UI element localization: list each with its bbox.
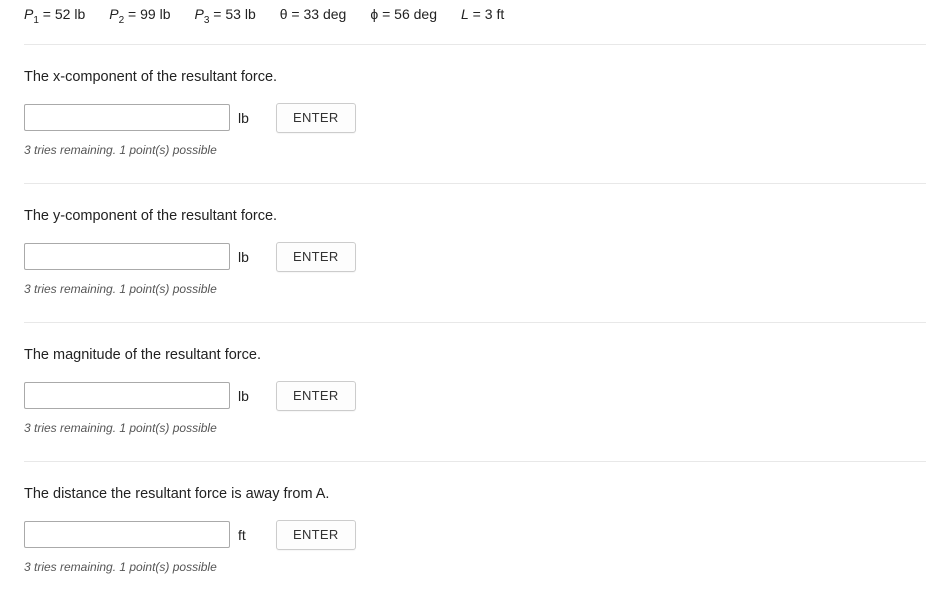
answer-unit: lb: [238, 249, 256, 265]
enter-button[interactable]: ENTER: [276, 520, 356, 550]
tries-remaining: 3 tries remaining. 1 point(s) possible: [24, 560, 926, 574]
tries-remaining: 3 tries remaining. 1 point(s) possible: [24, 421, 926, 435]
answer-unit: lb: [238, 110, 256, 126]
question-distance: The distance the resultant force is away…: [0, 462, 950, 600]
param-symbol: P: [24, 6, 33, 22]
param-value: 52: [55, 6, 71, 22]
param-L: L = 3 ft: [461, 6, 504, 26]
param-p1: P1 = 52 lb: [24, 6, 85, 26]
param-symbol: L: [461, 6, 469, 22]
enter-button[interactable]: ENTER: [276, 381, 356, 411]
param-symbol: P: [109, 6, 118, 22]
answer-row: lb ENTER: [24, 381, 926, 411]
param-value: 3: [485, 6, 493, 22]
answer-row: lb ENTER: [24, 103, 926, 133]
param-symbol: ϕ: [370, 6, 378, 22]
question-prompt: The distance the resultant force is away…: [24, 486, 926, 502]
answer-input[interactable]: [24, 104, 230, 131]
problem-parameters: P1 = 52 lb P2 = 99 lb P3 = 53 lb θ = 33 …: [0, 6, 950, 44]
question-x-component: The x-component of the resultant force. …: [0, 45, 950, 183]
question-y-component: The y-component of the resultant force. …: [0, 184, 950, 322]
param-unit: lb: [74, 6, 85, 22]
param-theta: θ = 33 deg: [280, 6, 347, 26]
enter-button[interactable]: ENTER: [276, 242, 356, 272]
param-subscript: 2: [119, 15, 125, 26]
answer-unit: lb: [238, 388, 256, 404]
param-subscript: 1: [33, 15, 39, 26]
param-symbol: P: [195, 6, 204, 22]
param-phi: ϕ = 56 deg: [370, 6, 437, 26]
tries-remaining: 3 tries remaining. 1 point(s) possible: [24, 143, 926, 157]
answer-unit: ft: [238, 527, 256, 543]
question-magnitude: The magnitude of the resultant force. lb…: [0, 323, 950, 461]
param-p3: P3 = 53 lb: [195, 6, 256, 26]
question-prompt: The x-component of the resultant force.: [24, 69, 926, 85]
param-value: 33: [304, 6, 320, 22]
param-unit: lb: [160, 6, 171, 22]
answer-input[interactable]: [24, 243, 230, 270]
param-symbol: θ: [280, 6, 288, 22]
question-prompt: The magnitude of the resultant force.: [24, 347, 926, 363]
answer-input[interactable]: [24, 382, 230, 409]
answer-row: lb ENTER: [24, 242, 926, 272]
param-unit: lb: [245, 6, 256, 22]
param-subscript: 3: [204, 15, 210, 26]
param-unit: deg: [323, 6, 346, 22]
param-unit: deg: [414, 6, 437, 22]
param-value: 99: [140, 6, 156, 22]
param-p2: P2 = 99 lb: [109, 6, 170, 26]
enter-button[interactable]: ENTER: [276, 103, 356, 133]
answer-input[interactable]: [24, 521, 230, 548]
param-value: 53: [225, 6, 241, 22]
question-prompt: The y-component of the resultant force.: [24, 208, 926, 224]
param-unit: ft: [496, 6, 504, 22]
param-value: 56: [394, 6, 410, 22]
tries-remaining: 3 tries remaining. 1 point(s) possible: [24, 282, 926, 296]
answer-row: ft ENTER: [24, 520, 926, 550]
